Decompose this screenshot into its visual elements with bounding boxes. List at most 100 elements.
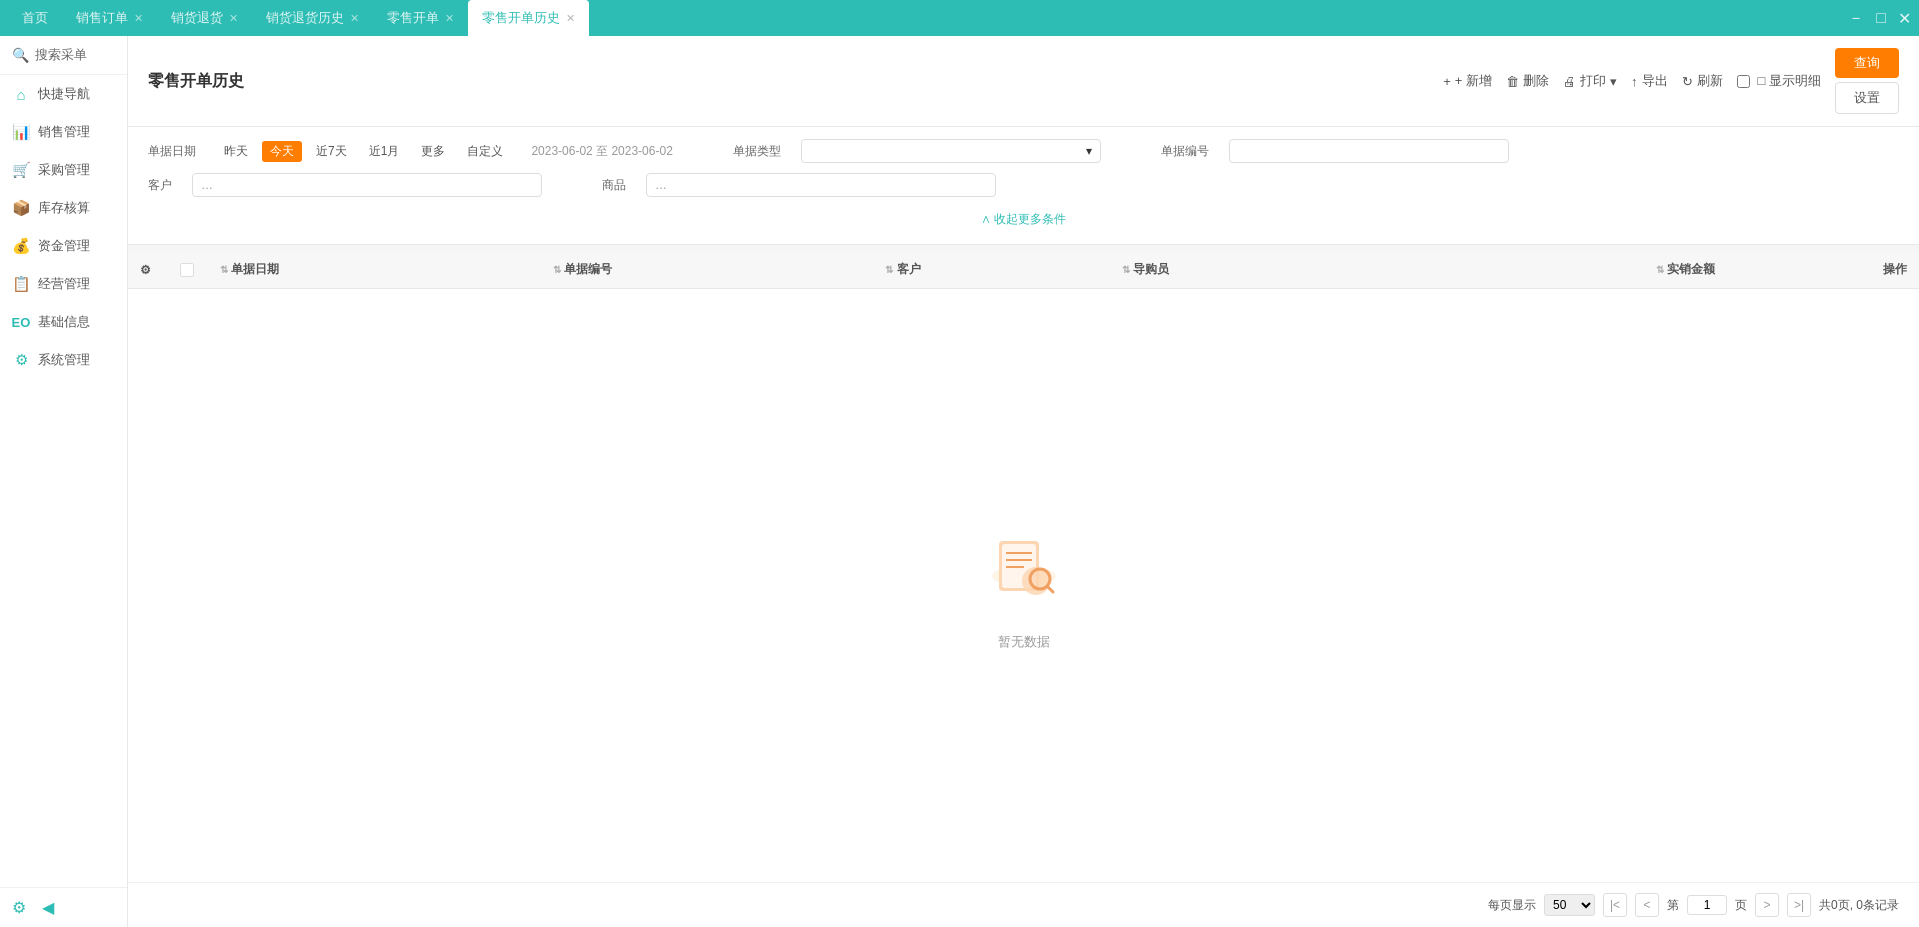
- sidebar-item-label: 基础信息: [38, 313, 90, 331]
- add-icon: +: [1443, 74, 1451, 89]
- data-table: ⚙ ⇅ 单据日期 ⇅ 单据编号: [128, 251, 1919, 289]
- minimize-button[interactable]: －: [1848, 8, 1864, 29]
- chevron-down-icon: ▾: [1610, 74, 1617, 89]
- table-header: ⚙ ⇅ 单据日期 ⇅ 单据编号: [128, 251, 1919, 289]
- display-detail-checkbox[interactable]: [1737, 75, 1750, 88]
- date-more[interactable]: 更多: [413, 141, 453, 162]
- refresh-icon: ↻: [1682, 74, 1693, 89]
- sidebar-bottom: ⚙ ◀: [0, 887, 127, 927]
- finance-icon: 💰: [12, 237, 30, 255]
- export-button[interactable]: ↑ 导出: [1631, 72, 1668, 90]
- sidebar-search-label: 搜索采单: [35, 46, 87, 64]
- next-page-button[interactable]: >: [1755, 893, 1779, 917]
- sidebar-item-quick-nav[interactable]: ⌂ 快捷导航: [0, 75, 127, 113]
- date-1month[interactable]: 近1月: [361, 141, 408, 162]
- empty-state: 暂无数据: [128, 289, 1919, 882]
- page-suffix: 页: [1735, 897, 1747, 914]
- purchase-icon: 🛒: [12, 161, 30, 179]
- date-range-display: 2023-06-02 至 2023-06-02: [531, 143, 672, 160]
- number-input[interactable]: [1229, 139, 1509, 163]
- col-number: ⇅ 单据编号: [541, 251, 874, 289]
- close-icon[interactable]: ✕: [350, 12, 359, 25]
- maximize-button[interactable]: □: [1876, 9, 1886, 27]
- print-button[interactable]: 🖨 打印 ▾: [1563, 72, 1617, 90]
- per-page-label: 每页显示: [1488, 897, 1536, 914]
- tab-sales-order[interactable]: 销售订单 ✕: [62, 0, 157, 36]
- number-filter-label: 单据编号: [1161, 143, 1209, 160]
- delete-button[interactable]: 🗑 删除: [1506, 72, 1549, 90]
- sort-icon[interactable]: ⇅: [220, 264, 228, 275]
- col-customer: ⇅ 客户: [873, 251, 1110, 289]
- sort-icon[interactable]: ⇅: [1122, 264, 1130, 275]
- date-yesterday[interactable]: 昨天: [216, 141, 256, 162]
- tab-bar: 首页 销售订单 ✕ 销货退货 ✕ 销货退货历史 ✕ 零售开单 ✕ 零售开单历史 …: [0, 0, 1919, 36]
- sidebar-item-sales[interactable]: 📊 销售管理: [0, 113, 127, 151]
- sidebar-item-base-info[interactable]: EO 基础信息: [0, 303, 127, 341]
- date-filter-label: 单据日期: [148, 143, 196, 160]
- page-title: 零售开单历史: [148, 71, 244, 92]
- empty-text: 暂无数据: [998, 633, 1050, 651]
- close-icon[interactable]: ✕: [566, 12, 575, 25]
- sort-icon[interactable]: ⇅: [885, 264, 893, 275]
- chevron-down-icon: ▾: [1086, 144, 1092, 158]
- tab-sales-return[interactable]: 销货退货 ✕: [157, 0, 252, 36]
- sidebar-item-purchase[interactable]: 🛒 采购管理: [0, 151, 127, 189]
- prev-page-button[interactable]: <: [1635, 893, 1659, 917]
- tab-retail-order[interactable]: 零售开单 ✕: [373, 0, 468, 36]
- first-page-button[interactable]: |<: [1603, 893, 1627, 917]
- operations-icon: 📋: [12, 275, 30, 293]
- sidebar-item-system[interactable]: ⚙ 系统管理: [0, 341, 127, 379]
- page-header: 零售开单历史 + + 新增 🗑 删除 🖨 打印 ▾ ↑ 导出: [128, 36, 1919, 127]
- sidebar-search[interactable]: 🔍 搜索采单: [0, 36, 127, 75]
- sidebar-item-operations[interactable]: 📋 经营管理: [0, 265, 127, 303]
- close-icon[interactable]: ✕: [445, 12, 454, 25]
- add-button[interactable]: + + 新增: [1443, 72, 1492, 90]
- customer-filter-label: 客户: [148, 177, 172, 194]
- page-number-input[interactable]: [1687, 895, 1727, 915]
- pagination: 每页显示 50 100 200 |< < 第 页 > >| 共0页, 0条记录: [128, 882, 1919, 927]
- col-amount: ⇅ 实销金额: [1395, 251, 1728, 289]
- sort-icon[interactable]: ⇅: [553, 264, 561, 275]
- filter-row-1: 单据日期 昨天 今天 近7天 近1月 更多 自定义 2023-06-02 至 2…: [148, 139, 1899, 163]
- tab-home[interactable]: 首页: [8, 0, 62, 36]
- per-page-select[interactable]: 50 100 200: [1544, 894, 1595, 916]
- table-settings-icon[interactable]: ⚙: [140, 263, 151, 277]
- col-guide: ⇅ 导购员: [1110, 251, 1395, 289]
- close-icon[interactable]: ✕: [229, 12, 238, 25]
- content-area: 零售开单历史 + + 新增 🗑 删除 🖨 打印 ▾ ↑ 导出: [128, 36, 1919, 927]
- settings-gear-icon[interactable]: ⚙: [12, 898, 26, 917]
- query-button[interactable]: 查询: [1835, 48, 1899, 78]
- empty-illustration: [974, 521, 1074, 621]
- type-select[interactable]: ▾: [801, 139, 1101, 163]
- sidebar-item-finance[interactable]: 💰 资金管理: [0, 227, 127, 265]
- col-date: ⇅ 单据日期: [208, 251, 541, 289]
- filter-row-2: 客户 … 商品 …: [148, 173, 1899, 197]
- main-layout: 🔍 搜索采单 ⌂ 快捷导航 📊 销售管理 🛒 采购管理 📦 库存核算 💰 资金管…: [0, 36, 1919, 927]
- goods-input[interactable]: …: [646, 173, 996, 197]
- tab-retail-order-history[interactable]: 零售开单历史 ✕: [468, 0, 589, 36]
- date-7days[interactable]: 近7天: [308, 141, 355, 162]
- refresh-button[interactable]: ↻ 刷新: [1682, 72, 1723, 90]
- last-page-button[interactable]: >|: [1787, 893, 1811, 917]
- sidebar-item-label: 库存核算: [38, 199, 90, 217]
- print-icon: 🖨: [1563, 74, 1576, 89]
- sidebar-item-label: 系统管理: [38, 351, 90, 369]
- export-icon: ↑: [1631, 74, 1638, 89]
- customer-input[interactable]: …: [192, 173, 542, 197]
- date-options: 昨天 今天 近7天 近1月 更多 自定义: [216, 141, 511, 162]
- tab-sales-return-history[interactable]: 销货退货历史 ✕: [252, 0, 373, 36]
- close-icon[interactable]: ✕: [134, 12, 143, 25]
- sort-icon[interactable]: ⇅: [1656, 264, 1664, 275]
- collapse-filter-button[interactable]: ∧ 收起更多条件: [148, 207, 1899, 232]
- sidebar-item-label: 快捷导航: [38, 85, 90, 103]
- display-detail-toggle[interactable]: □ 显示明细: [1737, 72, 1821, 90]
- sidebar-item-label: 销售管理: [38, 123, 90, 141]
- date-custom[interactable]: 自定义: [459, 141, 511, 162]
- select-all-checkbox[interactable]: [180, 263, 194, 277]
- setting-button[interactable]: 设置: [1835, 82, 1899, 114]
- collapse-sidebar-icon[interactable]: ◀: [42, 898, 54, 917]
- date-today[interactable]: 今天: [262, 141, 302, 162]
- close-window-button[interactable]: ✕: [1898, 9, 1911, 28]
- total-records: 共0页, 0条记录: [1819, 897, 1899, 914]
- sidebar-item-inventory[interactable]: 📦 库存核算: [0, 189, 127, 227]
